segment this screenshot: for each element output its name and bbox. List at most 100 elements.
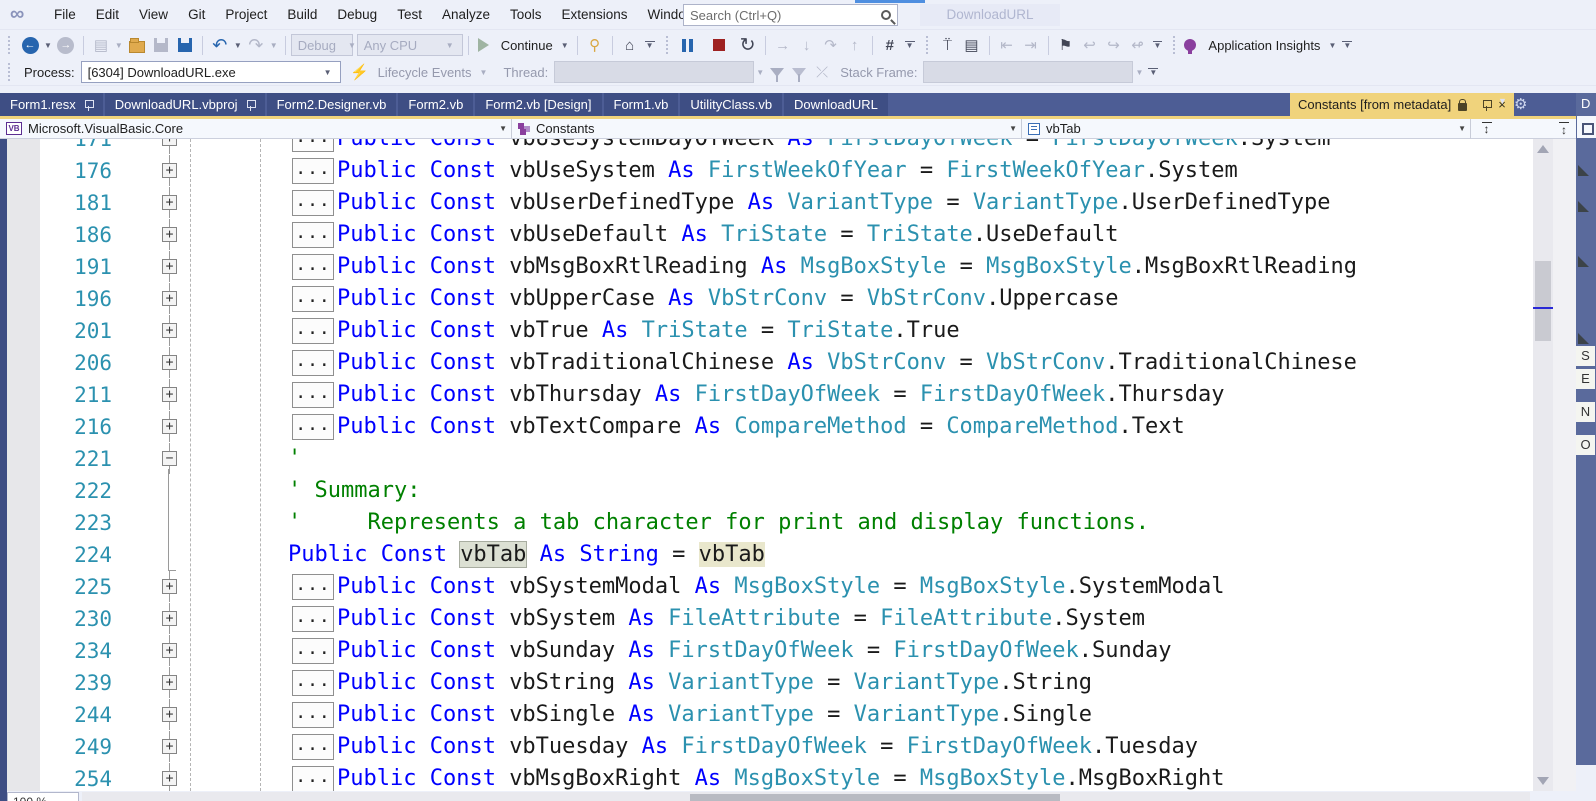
show-next-statement-button[interactable]: → xyxy=(772,33,794,57)
step-over-button[interactable]: ↷ xyxy=(820,33,842,57)
pin-icon[interactable] xyxy=(246,99,255,111)
restart-button[interactable]: ↻ xyxy=(737,33,759,57)
toolbar-overflow-caret[interactable]: ▼ xyxy=(1148,68,1158,76)
stack-frame-dropdown-caret[interactable]: ▼ xyxy=(1133,68,1145,77)
new-project-button[interactable]: ▤ xyxy=(90,33,112,57)
save-all-button[interactable] xyxy=(174,33,196,57)
code-line[interactable]: 206+...Public Const vbTraditionalChinese… xyxy=(0,347,1533,379)
member-dropdown[interactable]: vbTab ▼ xyxy=(1022,119,1470,139)
thread-combo[interactable] xyxy=(554,61,754,83)
collapsed-region-box[interactable]: ... xyxy=(292,574,334,600)
code-line[interactable]: 211+...Public Const vbThursday As FirstD… xyxy=(0,379,1533,411)
open-file-button[interactable] xyxy=(126,33,148,57)
menu-item-git[interactable]: Git xyxy=(178,0,215,30)
toolbar-grip[interactable] xyxy=(8,63,12,81)
code-line[interactable]: 239+...Public Const vbString As VariantT… xyxy=(0,667,1533,699)
next-bookmark-button[interactable]: ↪ xyxy=(1103,33,1125,57)
collapsed-region-box[interactable]: ... xyxy=(292,414,334,440)
expand-fold-toggle[interactable]: + xyxy=(162,611,177,626)
code-line[interactable]: 196+...Public Const vbUpperCase As VbStr… xyxy=(0,283,1533,315)
code-line[interactable]: 223' Represents a tab character for prin… xyxy=(0,507,1533,539)
scrollbar-thumb[interactable] xyxy=(1535,261,1551,341)
collapsed-region-box[interactable]: ... xyxy=(292,318,334,344)
toolbar-grip[interactable] xyxy=(8,36,12,54)
tab-form2-designer-vb[interactable]: Form2.Designer.vb xyxy=(267,93,397,116)
application-insights-button[interactable]: Application Insights ▼ xyxy=(1184,33,1338,57)
collapsed-region-box[interactable]: ... xyxy=(292,139,334,152)
navigate-back-button[interactable]: ← xyxy=(19,33,41,57)
tab-utilityclass-vb[interactable]: UtilityClass.vb xyxy=(680,93,782,116)
collapsed-region-box[interactable]: ... xyxy=(292,254,334,280)
editor-splitter-handle[interactable]: ↕ xyxy=(1552,121,1576,139)
menu-item-test[interactable]: Test xyxy=(387,0,432,30)
expand-fold-toggle[interactable]: + xyxy=(162,259,177,274)
code-line[interactable]: 216+...Public Const vbTextCompare As Com… xyxy=(0,411,1533,443)
collapsed-region-box[interactable]: ... xyxy=(292,350,334,376)
toolbar-grip[interactable] xyxy=(926,36,930,54)
menu-item-file[interactable]: File xyxy=(44,0,86,30)
expand-fold-toggle[interactable]: + xyxy=(162,419,177,434)
filter-flagged-icon[interactable] xyxy=(792,68,806,77)
member-dropdown-caret[interactable]: ▼ xyxy=(1450,124,1466,133)
toolbar-overflow-caret[interactable]: ▼ xyxy=(905,41,915,49)
expand-fold-toggle[interactable]: + xyxy=(162,675,177,690)
code-line[interactable]: 221−' xyxy=(0,443,1533,475)
vertical-scrollbar[interactable] xyxy=(1533,139,1553,791)
expand-fold-toggle[interactable]: + xyxy=(162,387,177,402)
tab-form1-resx[interactable]: Form1.resx xyxy=(0,93,103,116)
dock-tool-icon[interactable] xyxy=(1577,116,1596,138)
scroll-down-arrow[interactable] xyxy=(1537,777,1549,785)
code-line[interactable]: 244+...Public Const vbSingle As VariantT… xyxy=(0,699,1533,731)
undo-button[interactable]: ↶ xyxy=(209,33,231,57)
dock-tab-letter[interactable]: E xyxy=(1576,369,1595,389)
tab-options-gear-icon[interactable]: ⚙ xyxy=(1514,95,1527,113)
collapsed-region-box[interactable]: ... xyxy=(292,158,334,184)
app-insights-dropdown-caret[interactable]: ▼ xyxy=(1326,41,1338,50)
toggle-filter-icon[interactable]: ⤫ xyxy=(816,65,828,80)
solution-platform-combo[interactable]: Any CPU▼ xyxy=(357,34,463,56)
toolbar-overflow-caret[interactable]: ▼ xyxy=(1153,41,1163,49)
tab-form2-vb-design-[interactable]: Form2.vb [Design] xyxy=(475,93,601,116)
filter-threads-icon[interactable] xyxy=(770,68,784,77)
code-line[interactable]: 176+...Public Const vbUseSystem As First… xyxy=(0,155,1533,187)
redo-button[interactable]: ↷ xyxy=(245,33,267,57)
code-line[interactable]: 171+...Public Const vbUseSystemDayOfWeek… xyxy=(0,139,1533,155)
collapsed-region-box[interactable]: ... xyxy=(292,702,334,728)
account-button[interactable]: DownloadURL xyxy=(920,4,1060,26)
collapsed-region-box[interactable]: ... xyxy=(292,222,334,248)
step-out-button[interactable]: ↑ xyxy=(844,33,866,57)
solution-configuration-combo[interactable]: Debug▼ xyxy=(291,34,353,56)
menu-item-debug[interactable]: Debug xyxy=(327,0,387,30)
editor-zoom-combo[interactable]: 100 % xyxy=(7,792,79,801)
continue-dropdown-caret[interactable]: ▼ xyxy=(559,41,571,50)
expand-fold-toggle[interactable]: + xyxy=(162,579,177,594)
code-line[interactable]: 222' Summary: xyxy=(0,475,1533,507)
undo-dropdown-caret[interactable]: ▼ xyxy=(232,41,244,50)
dock-tab-letter[interactable]: O xyxy=(1576,435,1595,455)
back-dropdown-caret[interactable]: ▼ xyxy=(42,41,54,50)
horizontal-scrollbar[interactable] xyxy=(82,792,1530,801)
quick-search-box[interactable]: Search (Ctrl+Q) xyxy=(683,4,898,26)
thread-dropdown-caret[interactable]: ▼ xyxy=(754,68,766,77)
project-dropdown-caret[interactable]: ▼ xyxy=(491,124,507,133)
expand-fold-toggle[interactable]: + xyxy=(162,323,177,338)
tab-form1-vb[interactable]: Form1.vb xyxy=(604,93,679,116)
redo-dropdown-caret[interactable]: ▼ xyxy=(268,41,280,50)
menu-item-build[interactable]: Build xyxy=(277,0,327,30)
code-line[interactable]: 234+...Public Const vbSunday As FirstDay… xyxy=(0,635,1533,667)
lifecycle-dropdown-caret[interactable]: ▼ xyxy=(478,68,490,77)
project-dropdown[interactable]: VB Microsoft.VisualBasic.Core ▼ xyxy=(0,119,512,139)
expand-fold-toggle[interactable]: + xyxy=(162,139,177,146)
horizontal-scrollbar-thumb[interactable] xyxy=(690,794,1060,801)
expand-fold-toggle[interactable]: + xyxy=(162,291,177,306)
step-into-button[interactable]: ↓ xyxy=(796,33,818,57)
tab-list-dropdown-caret[interactable]: ▼ xyxy=(1498,96,1507,106)
toolbar-overflow-caret[interactable]: ▼ xyxy=(1342,41,1352,49)
toolbar-overflow-caret[interactable]: ▼ xyxy=(645,41,655,49)
split-window-handle[interactable]: ↕ xyxy=(1470,119,1500,139)
code-line[interactable]: 254+...Public Const vbMsgBoxRight As Msg… xyxy=(0,763,1533,791)
new-dropdown-caret[interactable]: ▼ xyxy=(113,41,125,50)
expand-fold-toggle[interactable]: + xyxy=(162,771,177,786)
collapsed-region-box[interactable]: ... xyxy=(292,286,334,312)
menu-item-project[interactable]: Project xyxy=(215,0,277,30)
